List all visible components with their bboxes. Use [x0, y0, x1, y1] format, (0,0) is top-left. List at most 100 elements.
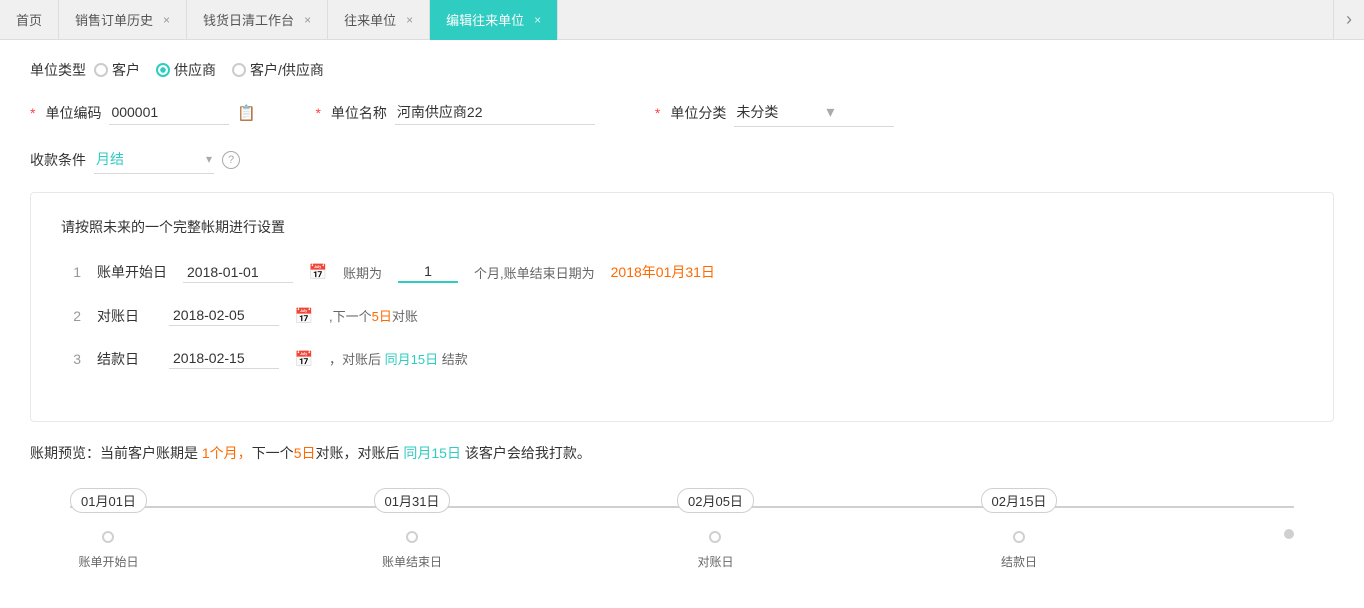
period-num-1: 1 — [61, 264, 81, 280]
unit-code-input[interactable] — [109, 100, 229, 125]
tab-edit-partner-label: 编辑往来单位 — [446, 10, 524, 29]
unit-type-row: 单位类型 客户 供应商 客户/供应商 — [30, 60, 1334, 80]
timeline-badge-3: 02月15日 — [981, 488, 1058, 513]
preview-payment-day: 同月15日 — [403, 445, 461, 461]
timeline-end-dot — [1284, 529, 1294, 539]
timeline-sublabel-3: 结款日 — [1001, 553, 1037, 570]
unit-code-copy-icon[interactable]: 📋 — [237, 104, 255, 122]
preview-section: 账期预览：当前客户账期是 1个月，下一个5日对账，对账后 同月15日 该客户会给… — [30, 442, 1334, 570]
unit-name-field: * 单位名称 — [315, 100, 594, 125]
unit-category-field: * 单位分类 未分类 ▾ — [655, 98, 894, 127]
timeline-dot-2 — [709, 531, 721, 543]
payment-terms-value: 月结 — [96, 149, 202, 169]
period-row-1: 1 账单开始日 📅 账期为 个月,账单结束日期为 2018年01月31日 — [61, 261, 1303, 283]
period-row3-desc: ，对账后 同月15日 结款 — [329, 349, 468, 368]
radio-both-label: 客户/供应商 — [250, 60, 324, 80]
timeline-points: 01月01日 账单开始日 01月31日 账单结束日 02月05日 对账日 02月… — [70, 488, 1294, 570]
tab-home[interactable]: 首页 — [0, 0, 59, 40]
period-row-3: 3 结款日 📅 ，对账后 同月15日 结款 — [61, 348, 1303, 369]
tab-edit-partner-close[interactable]: × — [534, 13, 541, 27]
preview-text: 账期预览：当前客户账期是 1个月，下一个5日对账，对账后 同月15日 该客户会给… — [30, 442, 1334, 464]
period-cal-icon-2[interactable]: 📅 — [295, 307, 313, 325]
payment-terms-help-icon[interactable]: ? — [222, 151, 240, 169]
tab-cash-workbench[interactable]: 钱货日清工作台 × — [187, 0, 328, 40]
timeline: 01月01日 账单开始日 01月31日 账单结束日 02月05日 对账日 02月… — [30, 488, 1334, 570]
radio-supplier-label: 供应商 — [174, 60, 216, 80]
period-label-3: 结款日 — [97, 349, 153, 369]
period-end-date: 2018年01月31日 — [611, 262, 715, 282]
unit-type-label: 单位类型 — [30, 60, 86, 80]
period-label-1: 账单开始日 — [97, 262, 167, 282]
timeline-dot-0 — [102, 531, 114, 543]
period-label-2: 对账日 — [97, 306, 153, 326]
period-month-input[interactable] — [398, 261, 458, 283]
unit-category-star: * — [655, 105, 660, 121]
tab-sales-history-close[interactable]: × — [163, 13, 170, 27]
timeline-point-2: 02月05日 对账日 — [677, 488, 754, 570]
radio-customer-circle — [94, 63, 108, 77]
tab-partner[interactable]: 往来单位 × — [328, 0, 430, 40]
tab-partner-label: 往来单位 — [344, 10, 396, 29]
timeline-point-1: 01月31日 账单结束日 — [374, 488, 451, 570]
period-box: 请按照未来的一个完整帐期进行设置 1 账单开始日 📅 账期为 个月,账单结束日期… — [30, 192, 1334, 422]
unit-name-star: * — [315, 105, 320, 121]
timeline-badge-2: 02月05日 — [677, 488, 754, 513]
period-date-input-3[interactable] — [169, 348, 279, 369]
unit-category-label: 单位分类 — [670, 103, 726, 123]
period-date-input-2[interactable] — [169, 305, 279, 326]
main-content: 单位类型 客户 供应商 客户/供应商 * 单位编码 — [0, 40, 1364, 608]
period-cal-icon-1[interactable]: 📅 — [309, 263, 327, 281]
unit-code-field: * 单位编码 📋 — [30, 100, 255, 125]
radio-both[interactable]: 客户/供应商 — [232, 60, 324, 80]
timeline-dot-1 — [406, 531, 418, 543]
right-arrow-icon: › — [1346, 9, 1352, 30]
period-row-2: 2 对账日 📅 ,下一个5日对账 — [61, 305, 1303, 326]
unit-code-star: * — [30, 105, 35, 121]
radio-supplier[interactable]: 供应商 — [156, 60, 216, 80]
payment-terms-row: 收款条件 月结 ▾ ? — [30, 145, 1334, 174]
tab-edit-partner[interactable]: 编辑往来单位 × — [430, 0, 558, 40]
radio-customer[interactable]: 客户 — [94, 60, 140, 80]
period-period-label: 账期为 — [343, 263, 382, 282]
unit-name-input[interactable] — [395, 100, 595, 125]
payment-terms-label: 收款条件 — [30, 150, 86, 170]
payment-terms-arrow: ▾ — [206, 152, 212, 166]
tab-sales-history[interactable]: 销售订单历史 × — [59, 0, 187, 40]
period-date-input-1[interactable] — [183, 262, 293, 283]
timeline-sublabel-0: 账单开始日 — [78, 553, 138, 570]
unit-type-field: 单位类型 客户 供应商 客户/供应商 — [30, 60, 324, 80]
tab-sales-history-label: 销售订单历史 — [75, 10, 153, 29]
tab-cash-workbench-label: 钱货日清工作台 — [203, 10, 294, 29]
period-cal-icon-3[interactable]: 📅 — [295, 350, 313, 368]
radio-customer-label: 客户 — [112, 60, 140, 80]
preview-months: 1个月， — [202, 445, 252, 461]
unit-type-radio-group: 客户 供应商 客户/供应商 — [94, 60, 324, 80]
tab-cash-workbench-close[interactable]: × — [304, 13, 311, 27]
unit-code-label: 单位编码 — [45, 103, 101, 123]
payment-terms-field: 收款条件 月结 ▾ ? — [30, 145, 240, 174]
unit-info-row: * 单位编码 📋 * 单位名称 * 单位分类 未分类 ▾ — [30, 98, 1334, 127]
payment-terms-dropdown[interactable]: 月结 ▾ — [94, 145, 214, 174]
unit-category-select[interactable]: 未分类 ▾ — [734, 98, 894, 127]
tab-bar: 首页 销售订单历史 × 钱货日清工作台 × 往来单位 × 编辑往来单位 × › — [0, 0, 1364, 40]
radio-both-circle — [232, 63, 246, 77]
period-num-2: 2 — [61, 308, 81, 324]
timeline-sublabel-1: 账单结束日 — [382, 553, 442, 570]
unit-name-label: 单位名称 — [331, 103, 387, 123]
timeline-end — [1284, 488, 1294, 570]
tab-home-label: 首页 — [16, 10, 42, 29]
timeline-dot-3 — [1013, 531, 1025, 543]
tab-partner-close[interactable]: × — [406, 13, 413, 27]
period-unit-text: 个月,账单结束日期为 — [474, 263, 595, 282]
unit-category-value: 未分类 — [736, 102, 778, 122]
period-box-title: 请按照未来的一个完整帐期进行设置 — [61, 217, 1303, 237]
period-num-3: 3 — [61, 351, 81, 367]
period-row2-desc: ,下一个5日对账 — [329, 306, 418, 325]
timeline-sublabel-2: 对账日 — [697, 553, 733, 570]
tab-overflow-arrow[interactable]: › — [1333, 0, 1364, 40]
timeline-badge-0: 01月01日 — [70, 488, 147, 513]
timeline-badge-1: 01月31日 — [374, 488, 451, 513]
timeline-point-0: 01月01日 账单开始日 — [70, 488, 147, 570]
unit-category-arrow: ▾ — [826, 102, 834, 122]
preview-day: 5日 — [294, 445, 316, 461]
